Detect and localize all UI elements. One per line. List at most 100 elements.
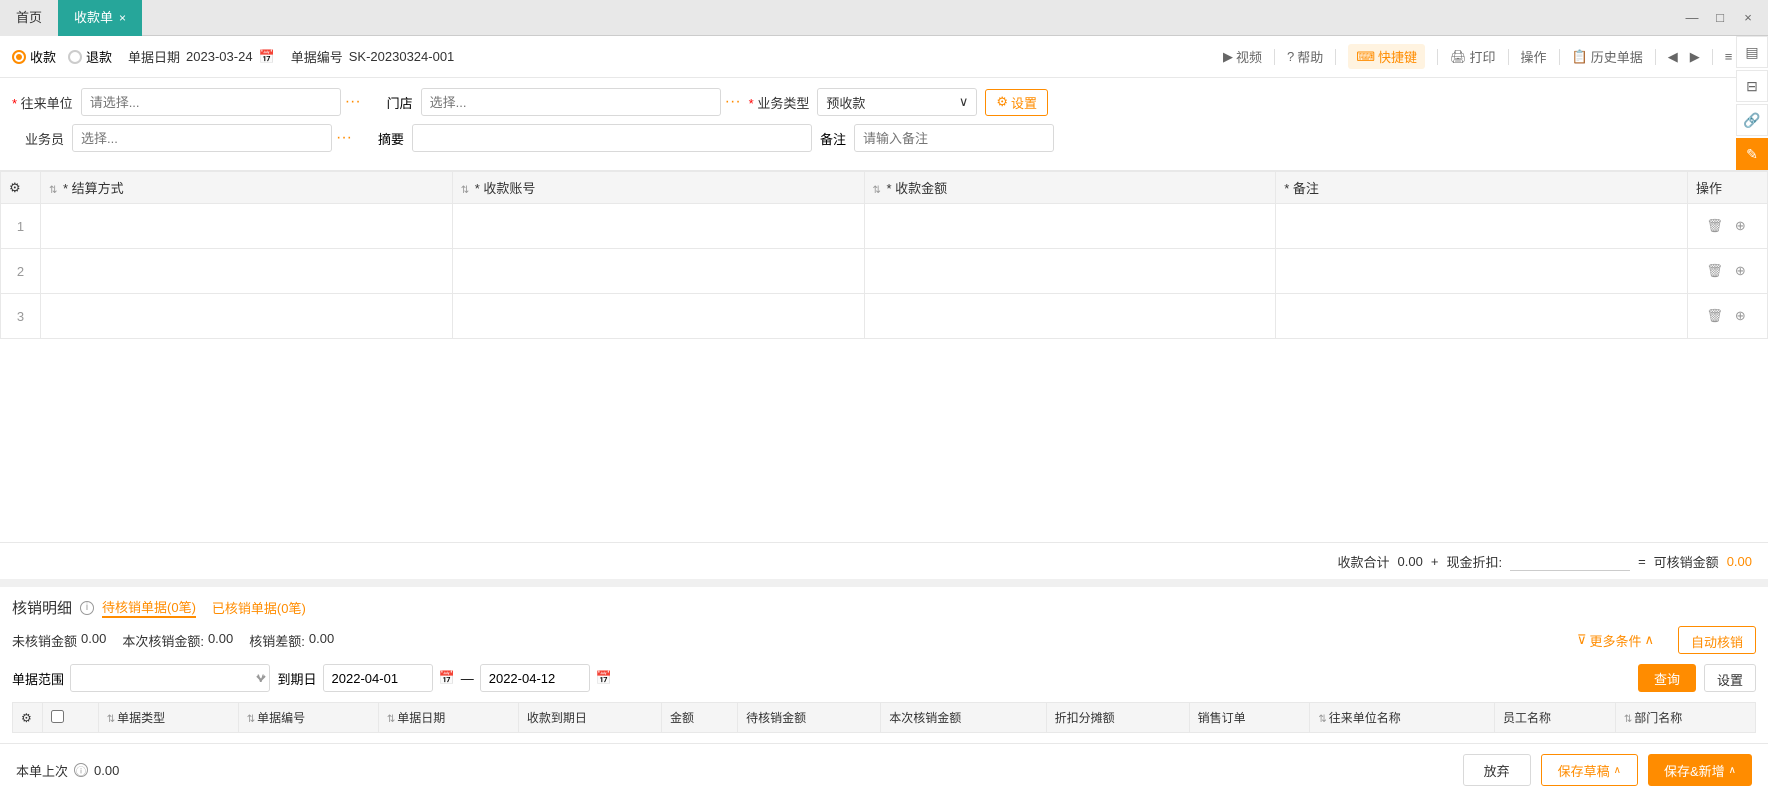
account-input-1[interactable] bbox=[453, 204, 864, 248]
discard-button[interactable]: 放弃 bbox=[1463, 754, 1531, 786]
copy-icon-3[interactable]: ⊕ bbox=[1729, 305, 1751, 327]
query-button[interactable]: 查询 bbox=[1638, 664, 1696, 692]
remark-cell-1[interactable] bbox=[1276, 204, 1688, 249]
date-from-input[interactable] bbox=[323, 664, 433, 692]
discount-label: 现金折扣: bbox=[1446, 552, 1502, 571]
date-to-input[interactable] bbox=[480, 664, 590, 692]
settlement-cell-1[interactable] bbox=[41, 204, 453, 249]
account-cell-1[interactable] bbox=[452, 204, 864, 249]
settlement-cell-2[interactable] bbox=[41, 249, 453, 294]
minimize-button[interactable]: — bbox=[1680, 6, 1704, 30]
help-button[interactable]: ? 帮助 bbox=[1287, 47, 1323, 66]
remark-input-2[interactable] bbox=[1276, 249, 1687, 293]
counterpart-input[interactable] bbox=[81, 88, 341, 116]
verify-title-row: 核销明细 i 待核销单据(0笔) 已核销单据(0笔) bbox=[12, 597, 1756, 618]
copy-icon-1[interactable]: ⊕ bbox=[1729, 215, 1751, 237]
table-row: 2 🗑 ⊕ bbox=[1, 249, 1768, 294]
tab-close-icon[interactable]: × bbox=[119, 0, 126, 36]
check-all-checkbox[interactable] bbox=[51, 710, 64, 723]
delete-icon-1[interactable]: 🗑 bbox=[1704, 215, 1726, 237]
salesperson-input[interactable] bbox=[72, 124, 332, 152]
completed-tab[interactable]: 已核销单据(0笔) bbox=[212, 598, 306, 617]
delete-icon-2[interactable]: 🗑 bbox=[1704, 260, 1726, 282]
amount-cell-2[interactable] bbox=[864, 249, 1276, 294]
amount-input-3[interactable] bbox=[865, 294, 1276, 338]
video-button[interactable]: ▶ 视频 bbox=[1223, 47, 1262, 66]
summary-input[interactable] bbox=[412, 124, 812, 152]
pending-tab[interactable]: 待核销单据(0笔) bbox=[102, 597, 196, 618]
salesperson-more-icon[interactable]: ··· bbox=[336, 129, 352, 147]
print-button[interactable]: 🖨 打印 bbox=[1450, 47, 1496, 66]
tab-home[interactable]: 首页 bbox=[0, 0, 58, 36]
sidebar-list-icon[interactable]: ⊟ bbox=[1736, 70, 1768, 102]
maximize-button[interactable]: □ bbox=[1708, 6, 1732, 30]
settlement-input-2[interactable] bbox=[41, 249, 452, 293]
layout-button[interactable]: ≡ bbox=[1725, 49, 1733, 64]
save-draft-label: 保存草稿 bbox=[1558, 761, 1610, 780]
store-input[interactable] bbox=[421, 88, 721, 116]
remark-col-label: * 备注 bbox=[1284, 181, 1319, 196]
filter-buttons: 查询 设置 bbox=[1638, 664, 1756, 692]
actions-header: 操作 bbox=[1688, 172, 1768, 204]
remark-input-3[interactable] bbox=[1276, 294, 1687, 338]
amount-input-1[interactable] bbox=[865, 204, 1276, 248]
footer-left: 本单上次 ⓘ 0.00 bbox=[16, 761, 119, 780]
doc-num-header: ⇅单据编号 bbox=[238, 703, 378, 733]
current-value: 0.00 bbox=[208, 631, 233, 650]
account-input-2[interactable] bbox=[453, 249, 864, 293]
settlement-input-1[interactable] bbox=[41, 204, 452, 248]
range-select[interactable] bbox=[70, 664, 270, 692]
diff-value: 0.00 bbox=[309, 631, 334, 650]
calendar-icon[interactable]: 📅 bbox=[259, 49, 275, 65]
account-input-3[interactable] bbox=[453, 294, 864, 338]
actions-cell-3: 🗑 ⊕ bbox=[1688, 294, 1768, 339]
history-button[interactable]: 📋 历史单据 bbox=[1572, 47, 1643, 66]
gear-header[interactable]: ⚙ bbox=[1, 172, 41, 204]
prev-button[interactable]: ◀ bbox=[1668, 49, 1678, 65]
settlement-cell-3[interactable] bbox=[41, 294, 453, 339]
account-cell-2[interactable] bbox=[452, 249, 864, 294]
current-amount-header: 本次核销金额 bbox=[881, 703, 1046, 733]
sidebar-link-icon[interactable]: 🔗 bbox=[1736, 104, 1768, 136]
settlement-input-3[interactable] bbox=[41, 294, 452, 338]
business-type-select[interactable]: 预收款 ∨ bbox=[817, 88, 977, 116]
shortcut-button[interactable]: ⌨ 快捷键 bbox=[1348, 44, 1425, 69]
window-close-button[interactable]: × bbox=[1736, 6, 1760, 30]
more-filter-button[interactable]: ⊽ 更多条件 ∧ bbox=[1577, 631, 1654, 650]
counterpart-more-icon[interactable]: ··· bbox=[345, 93, 361, 111]
sidebar-table-icon[interactable]: ▤ bbox=[1736, 36, 1768, 68]
remark-cell-2[interactable] bbox=[1276, 249, 1688, 294]
remark-cell-3[interactable] bbox=[1276, 294, 1688, 339]
store-more-icon[interactable]: ··· bbox=[725, 93, 741, 111]
verify-info-icon[interactable]: i bbox=[80, 601, 94, 615]
radio-refund[interactable]: 退款 bbox=[68, 47, 112, 66]
radio-collection[interactable]: 收款 bbox=[12, 47, 56, 66]
tab-active[interactable]: 收款单 × bbox=[58, 0, 142, 36]
calendar-from-icon[interactable]: 📅 bbox=[439, 670, 455, 686]
remark-input-1[interactable] bbox=[1276, 204, 1687, 248]
account-cell-3[interactable] bbox=[452, 294, 864, 339]
sidebar-edit-icon[interactable]: ✎ bbox=[1736, 138, 1768, 170]
delete-icon-3[interactable]: 🗑 bbox=[1704, 305, 1726, 327]
copy-icon-2[interactable]: ⊕ bbox=[1729, 260, 1751, 282]
amount-cell-3[interactable] bbox=[864, 294, 1276, 339]
next-button[interactable]: ▶ bbox=[1690, 49, 1700, 65]
auto-verify-button[interactable]: 自动核销 bbox=[1678, 626, 1756, 654]
discount-input[interactable] bbox=[1510, 551, 1630, 571]
amount-cell-1[interactable] bbox=[864, 204, 1276, 249]
check-all-header[interactable] bbox=[43, 703, 99, 733]
remark-input[interactable] bbox=[854, 124, 1054, 152]
save-new-button[interactable]: 保存&新增 ∧ bbox=[1648, 754, 1752, 786]
current-stat: 本次核销金额: 0.00 bbox=[122, 631, 233, 650]
operation-button[interactable]: 操作 bbox=[1521, 47, 1547, 66]
form-settings-button[interactable]: ⚙ 设置 bbox=[985, 89, 1048, 116]
setting-button[interactable]: 设置 bbox=[1704, 664, 1756, 692]
calendar-to-icon[interactable]: 📅 bbox=[596, 670, 612, 686]
last-order-info-icon[interactable]: ⓘ bbox=[74, 763, 88, 777]
current-label: 本次核销金额: bbox=[122, 631, 204, 650]
date-value: 2023-03-24 bbox=[186, 49, 253, 64]
amount-input-2[interactable] bbox=[865, 249, 1276, 293]
print-icon: 🖨 bbox=[1450, 49, 1467, 65]
save-draft-button[interactable]: 保存草稿 ∧ bbox=[1541, 754, 1638, 786]
radio-group: 收款 退款 bbox=[12, 47, 112, 66]
